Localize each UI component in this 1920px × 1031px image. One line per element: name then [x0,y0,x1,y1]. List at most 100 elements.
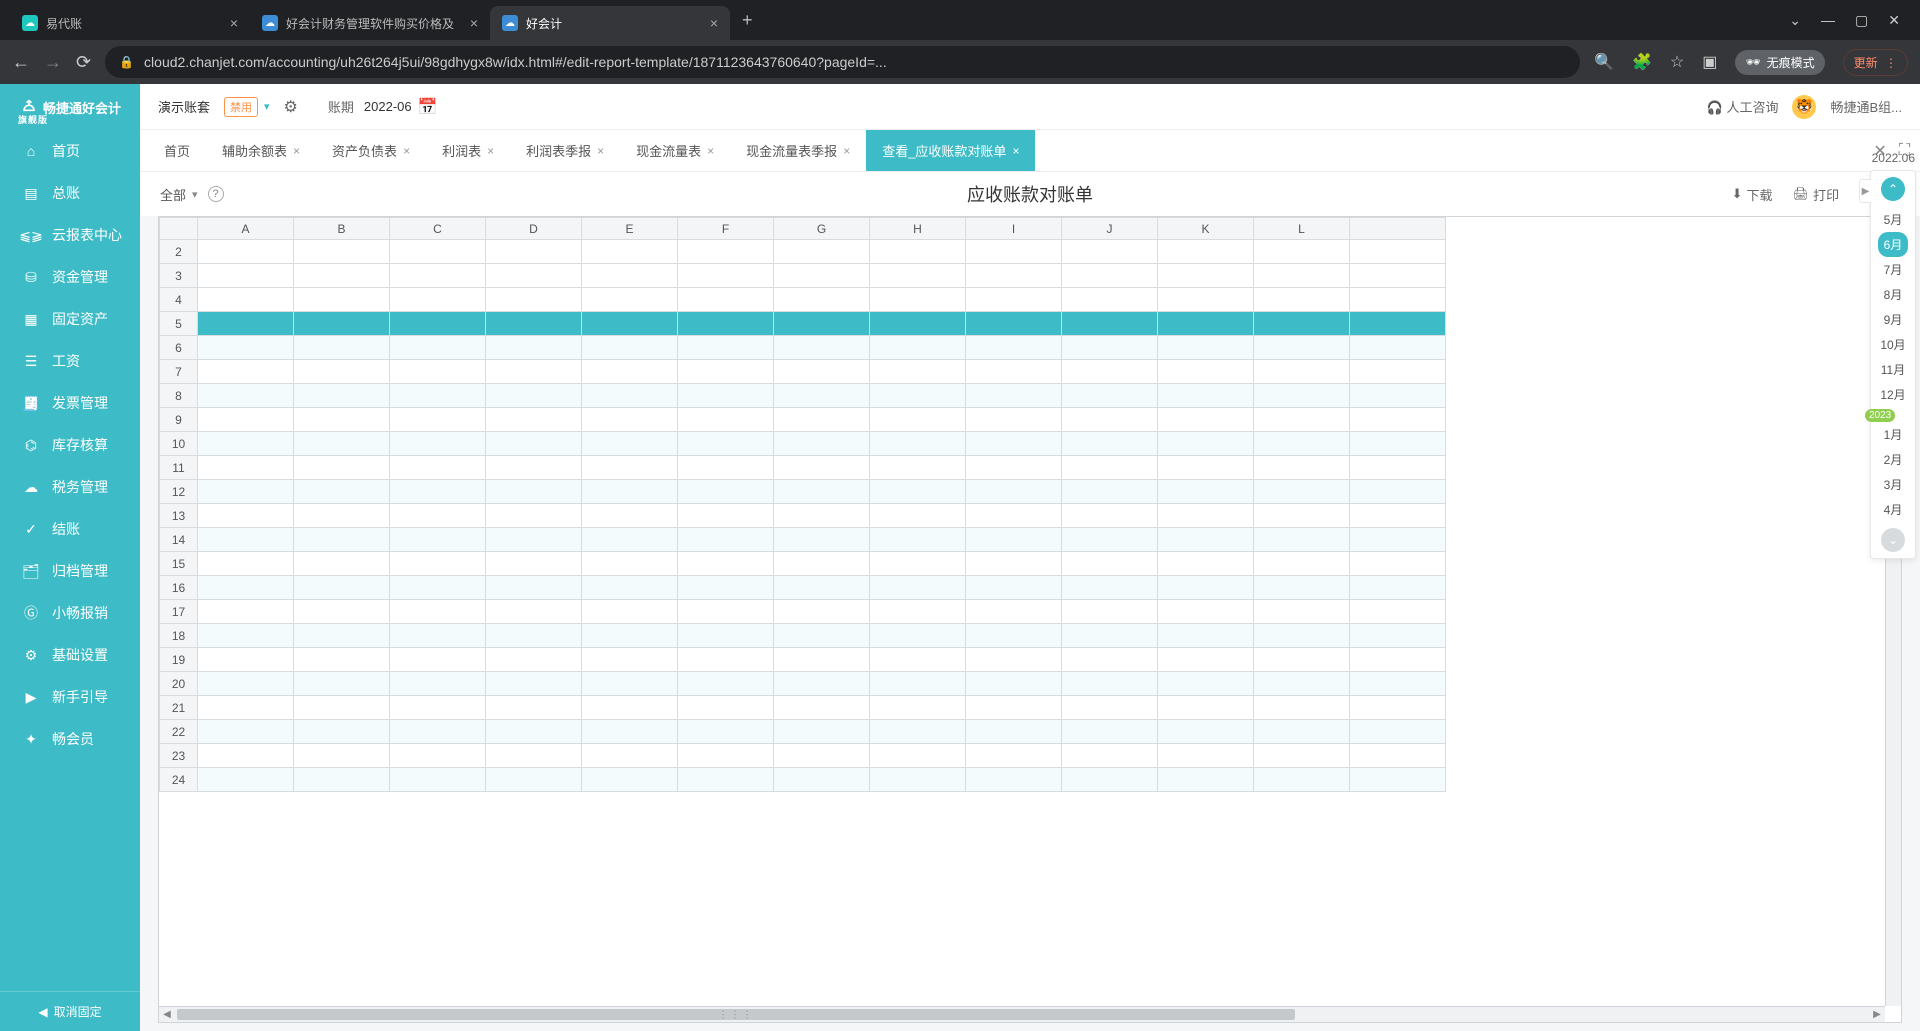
cell[interactable] [486,264,582,288]
sidebar-item-工资[interactable]: ☰工资 [0,340,140,382]
month-option[interactable]: 8月 [1878,282,1908,307]
cell[interactable] [1350,432,1446,456]
sheet-row[interactable]: 12 [160,480,1446,504]
url-input[interactable]: 🔒 cloud2.chanjet.com/accounting/uh26t264… [105,46,1580,78]
cell[interactable] [582,360,678,384]
cell[interactable] [1350,360,1446,384]
column-header[interactable] [1350,218,1446,240]
cell[interactable] [678,264,774,288]
cell[interactable] [678,768,774,792]
cell[interactable] [1158,744,1254,768]
cell[interactable] [678,408,774,432]
cell[interactable] [486,552,582,576]
cell[interactable] [678,480,774,504]
cell[interactable] [1062,768,1158,792]
cell[interactable] [198,432,294,456]
cell[interactable] [774,648,870,672]
cell[interactable] [1158,600,1254,624]
cell[interactable] [774,576,870,600]
cell[interactable] [966,648,1062,672]
cell[interactable] [198,288,294,312]
scroll-right-icon[interactable]: ▶ [1869,1009,1885,1020]
cell[interactable] [1350,408,1446,432]
cell[interactable] [582,600,678,624]
cell[interactable] [678,576,774,600]
cell[interactable] [582,648,678,672]
cell[interactable] [774,552,870,576]
tab-close-icon[interactable]: × [293,144,300,158]
row-number[interactable]: 18 [160,624,198,648]
sheet-row[interactable]: 23 [160,744,1446,768]
sheet-row[interactable]: 24 [160,768,1446,792]
cell[interactable] [870,264,966,288]
cell[interactable] [390,672,486,696]
cell[interactable] [486,648,582,672]
cell[interactable] [1254,528,1350,552]
cell[interactable] [774,744,870,768]
cell[interactable] [870,336,966,360]
cell[interactable] [294,672,390,696]
column-header[interactable]: H [870,218,966,240]
settings-icon[interactable]: ⚙ [284,97,298,117]
cell[interactable] [294,360,390,384]
cell[interactable] [1350,720,1446,744]
account-name[interactable]: 演示账套 [158,97,210,116]
cell[interactable] [1254,456,1350,480]
cell[interactable] [1062,624,1158,648]
cell[interactable] [198,264,294,288]
sheet-row[interactable]: 10 [160,432,1446,456]
month-option[interactable]: 12月 [1878,382,1908,407]
row-number[interactable]: 2 [160,240,198,264]
cell[interactable] [1350,744,1446,768]
month-option[interactable]: 7月 [1878,257,1908,282]
cell[interactable] [870,768,966,792]
user-name[interactable]: 畅捷通B组... [1830,97,1902,116]
window-chevron-icon[interactable]: ⌄ [1789,12,1801,29]
cell[interactable] [1062,504,1158,528]
cell[interactable] [774,240,870,264]
cell[interactable] [1158,672,1254,696]
row-number[interactable]: 15 [160,552,198,576]
cell[interactable] [1254,576,1350,600]
cell[interactable] [390,528,486,552]
cell[interactable] [1350,672,1446,696]
cell[interactable] [390,648,486,672]
maximize-icon[interactable]: ▢ [1855,12,1868,29]
column-header[interactable]: B [294,218,390,240]
cell[interactable] [870,504,966,528]
cell[interactable] [870,600,966,624]
sidebar-item-发票管理[interactable]: 🧾发票管理 [0,382,140,424]
cell[interactable] [582,408,678,432]
cell[interactable] [678,336,774,360]
sidebar-item-小畅报销[interactable]: Ⓖ小畅报销 [0,592,140,634]
cell[interactable] [582,624,678,648]
cell[interactable] [1254,384,1350,408]
cell[interactable] [390,432,486,456]
cell[interactable] [966,696,1062,720]
cell[interactable] [1158,624,1254,648]
cell[interactable] [1158,360,1254,384]
cell[interactable] [774,672,870,696]
cell[interactable] [486,720,582,744]
back-button[interactable]: ← [12,52,30,73]
cell[interactable] [486,576,582,600]
sheet-row[interactable]: 3 [160,264,1446,288]
sheet-row[interactable]: 19 [160,648,1446,672]
cell[interactable] [1158,432,1254,456]
cell[interactable] [198,768,294,792]
cell[interactable] [774,720,870,744]
cell[interactable] [1254,240,1350,264]
row-number[interactable]: 5 [160,312,198,336]
app-tab[interactable]: 辅助余额表× [206,130,316,171]
new-tab-button[interactable]: + [730,10,765,31]
sheet-row[interactable]: 5 [160,312,1446,336]
horizontal-scrollbar[interactable]: ◀ ⋮⋮⋮ ▶ [159,1006,1885,1022]
row-number[interactable]: 3 [160,264,198,288]
row-number[interactable]: 19 [160,648,198,672]
sheet-row[interactable]: 18 [160,624,1446,648]
cell[interactable] [198,624,294,648]
cell[interactable] [294,432,390,456]
cell[interactable] [294,288,390,312]
cell[interactable] [870,672,966,696]
cell[interactable] [870,360,966,384]
